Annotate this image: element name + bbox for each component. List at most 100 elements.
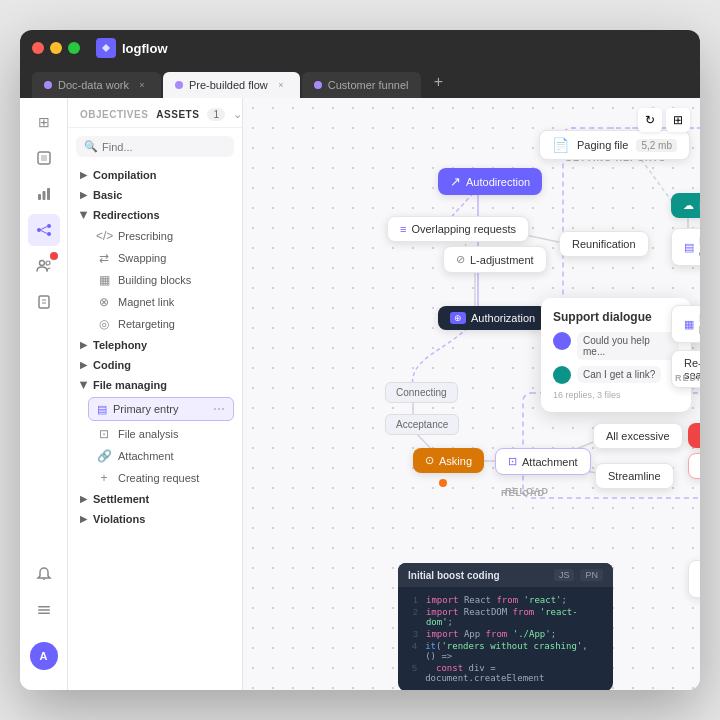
analysis-file-node[interactable]: ƒ Analysis file 25,7 (688, 560, 700, 598)
sidebar-item-chart[interactable] (28, 178, 60, 210)
asset-item-swapping[interactable]: ⇄ Swapping ⋮⋮ (68, 247, 242, 269)
tab-close-icon[interactable]: × (274, 78, 288, 92)
asset-label: Creating request (118, 472, 199, 484)
sidebar-item-settings[interactable] (28, 594, 60, 626)
section-coding[interactable]: ▶ Coding (68, 355, 242, 375)
refresh-button[interactable]: ↻ (638, 108, 662, 132)
tab-doc-data-work[interactable]: Doc-data work × (32, 72, 161, 98)
node-label: Attachment (522, 456, 578, 468)
code-icon: </> (96, 229, 112, 243)
blocks-icon: ▦ (684, 318, 694, 331)
section-label: Violations (93, 513, 145, 525)
node-building-blocks[interactable]: ▦ Building blocks (671, 305, 700, 343)
tab-label: Doc-data work (58, 79, 129, 91)
code-body: 1 import React from 'react'; 2 import Re… (398, 587, 613, 690)
minimize-button[interactable] (50, 42, 62, 54)
node-label: Overlapping requests (411, 223, 516, 235)
section-settlement[interactable]: ▶ Settlement (68, 489, 242, 509)
user-avatar[interactable]: A (30, 642, 58, 670)
panel-tab-objectives[interactable]: OBJECTIVES (80, 109, 148, 120)
node-connecting[interactable]: Connecting (385, 382, 458, 403)
sidebar-item-layers[interactable] (28, 142, 60, 174)
section-violations[interactable]: ▶ Violations (68, 509, 242, 529)
node-authorization[interactable]: ⊕ Authorization (438, 306, 547, 330)
code-title: Initial boost coding (408, 570, 548, 581)
section-redirections[interactable]: ▶ Redirections (68, 205, 242, 225)
asset-item-magnet-link[interactable]: ⊗ Magnet link ⋮⋮ (68, 291, 242, 313)
node-label: All excessive (606, 430, 670, 442)
search-input[interactable] (102, 141, 240, 153)
support-dialogue-popup[interactable]: Support dialogue Could you help me... Ca… (541, 298, 691, 412)
code-block[interactable]: Initial boost coding JS PN 1 import Reac… (398, 563, 613, 690)
node-acceptance[interactable]: Acceptance (385, 414, 459, 435)
chevron-right-icon: ▶ (80, 360, 87, 370)
node-overlapping[interactable]: ≡ Overlapping requests (387, 216, 529, 242)
asset-item-primary-entry[interactable]: ▤ Primary entry ⋯ (88, 397, 234, 421)
svg-point-8 (47, 232, 51, 236)
tab-customer-funnel[interactable]: Customer funnel (302, 72, 421, 98)
node-reunification[interactable]: Reunification (559, 231, 649, 257)
node-request[interactable]: ☁ Request (671, 193, 700, 218)
tabs-bar: Doc-data work × Pre-builded flow × Custo… (20, 66, 700, 98)
attach-icon: ⊡ (508, 455, 517, 468)
node-attachment[interactable]: ⊡ Attachment (495, 448, 591, 475)
node-label: L-adjustment (470, 254, 534, 266)
node-autodirection[interactable]: ↗ Autodirection (438, 168, 542, 195)
tab-pre-builded-flow[interactable]: Pre-builded flow × (163, 72, 300, 98)
node-streamline[interactable]: Streamline (595, 463, 674, 489)
node-asking[interactable]: ⊙ Asking (413, 448, 484, 473)
node-l-adjustment[interactable]: ⊘ L-adjustment (443, 246, 547, 273)
panel-tab-assets[interactable]: ASSETS (156, 109, 199, 120)
code-line-4: 4 it('renders without crashing', () => (408, 641, 603, 661)
svg-point-6 (37, 228, 41, 232)
node-error[interactable]: ⚠ Error (688, 423, 700, 448)
section-label: File managing (93, 379, 167, 391)
panel-chevron-icon[interactable]: ⌄ (233, 108, 242, 121)
asset-item-prescribing[interactable]: </> Prescribing ⋮⋮ (68, 225, 242, 247)
section-telephony[interactable]: ▶ Telephony (68, 335, 242, 355)
node-label: Primary entry (699, 235, 700, 259)
section-compilation[interactable]: ▶ Compilation (68, 165, 242, 185)
asset-label: Building blocks (118, 274, 191, 286)
asset-item-creating-request[interactable]: + Creating request ⋮⋮ (68, 467, 242, 489)
sidebar-item-bell[interactable] (28, 558, 60, 590)
tab-close-icon[interactable]: × (135, 78, 149, 92)
section-basic[interactable]: ▶ Basic (68, 185, 242, 205)
node-all-excessive[interactable]: All excessive (593, 423, 683, 449)
sidebar-item-docs[interactable] (28, 286, 60, 318)
asset-item-building-blocks[interactable]: ▦ Building blocks ⋮⋮ (68, 269, 242, 291)
code-badge-js: JS (554, 569, 575, 581)
sidebar-item-grid[interactable]: ⊞ (28, 106, 60, 138)
code-badge-pn: PN (580, 569, 603, 581)
maximize-button[interactable] (68, 42, 80, 54)
tab-label: Pre-builded flow (189, 79, 268, 91)
section-file-managing[interactable]: ▶ File managing (68, 375, 242, 395)
section-label: Settlement (93, 493, 149, 505)
paging-file-node[interactable]: 📄 Paging file 5,2 mb (539, 130, 690, 160)
close-button[interactable] (32, 42, 44, 54)
canvas-toolbar: ↻ ⊞ (638, 108, 690, 132)
asset-item-retargeting[interactable]: ◎ Retargeting ⋮⋮ (68, 313, 242, 335)
asset-label: Magnet link (118, 296, 174, 308)
asset-label: File analysis (118, 428, 179, 440)
title-bar: logflow (20, 30, 700, 66)
more-icon[interactable]: ⋯ (213, 402, 225, 416)
attachment-icon: 🔗 (96, 449, 112, 463)
tab-add-button[interactable]: + (427, 70, 451, 94)
zoom-button[interactable]: ⊞ (666, 108, 690, 132)
paging-file-size: 5,2 mb (636, 139, 677, 152)
node-correcting[interactable]: Correcting (688, 453, 700, 479)
asset-item-attachment[interactable]: 🔗 Attachment ⋮⋮ (68, 445, 242, 467)
sidebar-item-flow[interactable] (28, 214, 60, 246)
node-primary-entry-right[interactable]: ▤ Primary entry (671, 228, 700, 266)
search-bar: 🔍 ◧ ⊞ (76, 136, 234, 157)
node-label: Asking (439, 455, 472, 467)
user-avatar-1 (553, 332, 571, 350)
canvas-area[interactable]: GETTING REPORTS RELOAD REDIRECTING 📄 Pag… (243, 98, 700, 690)
svg-point-37 (439, 479, 447, 487)
asset-item-file-analysis[interactable]: ⊡ File analysis ⋮⋮ (68, 423, 242, 445)
asset-label: Prescribing (118, 230, 173, 242)
icon-sidebar: ⊞ A (20, 98, 68, 690)
sidebar-item-users[interactable] (28, 250, 60, 282)
chevron-down-icon: ▶ (79, 382, 89, 389)
